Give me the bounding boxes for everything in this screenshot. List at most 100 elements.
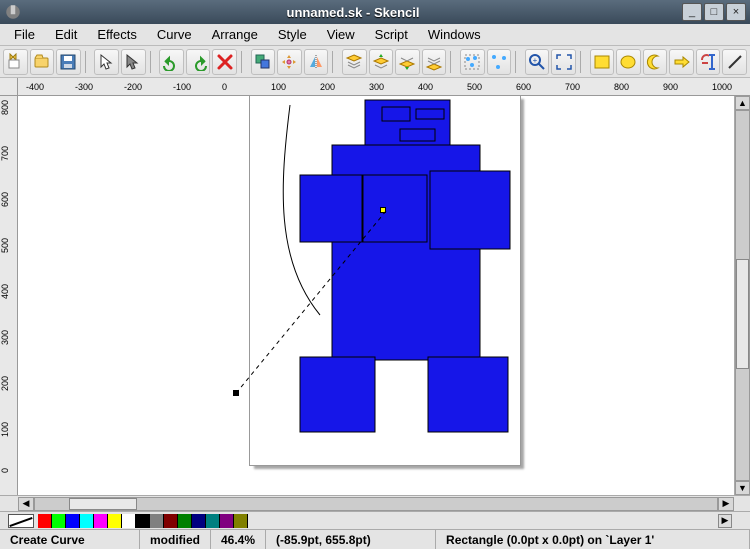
minimize-button[interactable]: _: [682, 3, 702, 21]
ruler-corner: [0, 78, 18, 96]
work-area: 8007006005004003002001000: [0, 96, 750, 495]
save-icon[interactable]: [56, 49, 81, 75]
ruler-h-tick: -400: [26, 82, 44, 92]
ellipse-tool-icon[interactable]: [616, 49, 641, 75]
menu-curve[interactable]: Curve: [147, 24, 202, 45]
fit-icon[interactable]: [551, 49, 576, 75]
palette-more-icon[interactable]: ▶: [718, 514, 732, 528]
layer-front-icon[interactable]: [342, 49, 367, 75]
swatch[interactable]: [108, 514, 122, 528]
ruler-h-tick: -200: [124, 82, 142, 92]
duplicate-icon[interactable]: [251, 49, 276, 75]
moon-tool-icon[interactable]: [643, 49, 668, 75]
hscroll-thumb[interactable]: [69, 498, 137, 510]
ruler-v-tick: 600: [0, 192, 10, 207]
hscroll-track[interactable]: [34, 497, 718, 511]
swatch[interactable]: [150, 514, 164, 528]
curve-handle-1[interactable]: [380, 207, 386, 213]
layer-up-icon[interactable]: [369, 49, 394, 75]
toolbar: +: [0, 46, 750, 78]
swatch[interactable]: [192, 514, 206, 528]
status-zoom: 46.4%: [211, 530, 266, 549]
status-selection: Rectangle (0.0pt x 0.0pt) on `Layer 1': [436, 530, 750, 549]
ruler-h-tick: 500: [467, 82, 482, 92]
ruler-v-tick: 300: [0, 330, 10, 345]
delete-icon[interactable]: [212, 49, 237, 75]
layer-down-icon[interactable]: [395, 49, 420, 75]
swatch[interactable]: [234, 514, 248, 528]
scroll-down-icon[interactable]: ▼: [735, 481, 750, 495]
swatch[interactable]: [80, 514, 94, 528]
window-titlebar: unnamed.sk - Skencil _ □ ×: [0, 0, 750, 24]
transform-icon[interactable]: [277, 49, 302, 75]
drawing-layer: [250, 96, 520, 465]
status-mode: Create Curve: [0, 530, 140, 549]
swatch[interactable]: [66, 514, 80, 528]
edit-arrow-icon[interactable]: [121, 49, 146, 75]
swatch[interactable]: [206, 514, 220, 528]
ruler-vertical: 8007006005004003002001000: [0, 96, 18, 495]
menu-view[interactable]: View: [317, 24, 365, 45]
zoom-icon[interactable]: +: [525, 49, 550, 75]
status-doc-state: modified: [140, 530, 211, 549]
flip-icon[interactable]: [304, 49, 329, 75]
ruler-h-tick: 600: [516, 82, 531, 92]
menu-file[interactable]: File: [4, 24, 45, 45]
ruler-v-tick: 200: [0, 376, 10, 391]
curve-handle-2[interactable]: [233, 390, 239, 396]
ungroup-icon[interactable]: [487, 49, 512, 75]
swatch[interactable]: [52, 514, 66, 528]
menu-style[interactable]: Style: [268, 24, 317, 45]
swatch[interactable]: [220, 514, 234, 528]
vertical-scrollbar[interactable]: ▲ ▼: [734, 96, 750, 495]
pointer-icon[interactable]: [94, 49, 119, 75]
ruler-h-tick: 700: [565, 82, 580, 92]
menu-effects[interactable]: Effects: [87, 24, 147, 45]
layer-back-icon[interactable]: [422, 49, 447, 75]
ruler-h-tick: 0: [222, 82, 227, 92]
text-tool-icon[interactable]: [696, 49, 721, 75]
swatch[interactable]: [38, 514, 52, 528]
palette-swatches: [38, 514, 248, 528]
swatch[interactable]: [94, 514, 108, 528]
ruler-h-tick: 300: [369, 82, 384, 92]
app-icon: [4, 3, 22, 21]
status-coords: (-85.9pt, 655.8pt): [266, 530, 436, 549]
line-tool-icon[interactable]: [722, 49, 747, 75]
ruler-v-tick: 800: [0, 100, 10, 115]
scroll-right-icon[interactable]: ▶: [718, 497, 734, 511]
rect-tool-icon[interactable]: [590, 49, 615, 75]
horizontal-scrollbar[interactable]: ◀ ▶: [0, 495, 750, 511]
redo-icon[interactable]: [186, 49, 211, 75]
canvas[interactable]: ▲ ▼: [18, 96, 750, 495]
maximize-button[interactable]: □: [704, 3, 724, 21]
arrow-shape-icon[interactable]: [669, 49, 694, 75]
ruler-h-tick: -300: [75, 82, 93, 92]
ruler-h-tick: 200: [320, 82, 335, 92]
close-button[interactable]: ×: [726, 3, 746, 21]
open-icon[interactable]: [30, 49, 55, 75]
ruler-h-tick: 800: [614, 82, 629, 92]
scroll-up-icon[interactable]: ▲: [735, 96, 750, 110]
vscroll-thumb[interactable]: [736, 259, 749, 370]
menu-windows[interactable]: Windows: [418, 24, 491, 45]
ruler-h-tick: 400: [418, 82, 433, 92]
swatch[interactable]: [122, 514, 136, 528]
new-icon[interactable]: [3, 49, 28, 75]
menu-edit[interactable]: Edit: [45, 24, 87, 45]
window-title: unnamed.sk - Skencil: [26, 5, 680, 20]
no-fill-swatch[interactable]: [8, 514, 34, 528]
status-bar: Create Curve modified 46.4% (-85.9pt, 65…: [0, 529, 750, 549]
swatch[interactable]: [136, 514, 150, 528]
scroll-left-icon[interactable]: ◀: [18, 497, 34, 511]
menu-arrange[interactable]: Arrange: [202, 24, 268, 45]
ruler-v-tick: 400: [0, 284, 10, 299]
svg-text:+: +: [533, 56, 538, 65]
group-icon[interactable]: [460, 49, 485, 75]
menu-script[interactable]: Script: [365, 24, 418, 45]
swatch[interactable]: [178, 514, 192, 528]
undo-icon[interactable]: [159, 49, 184, 75]
swatch[interactable]: [164, 514, 178, 528]
ruler-v-tick: 100: [0, 422, 10, 437]
ruler-horizontal: -400-300-200-100010020030040050060070080…: [18, 78, 750, 96]
